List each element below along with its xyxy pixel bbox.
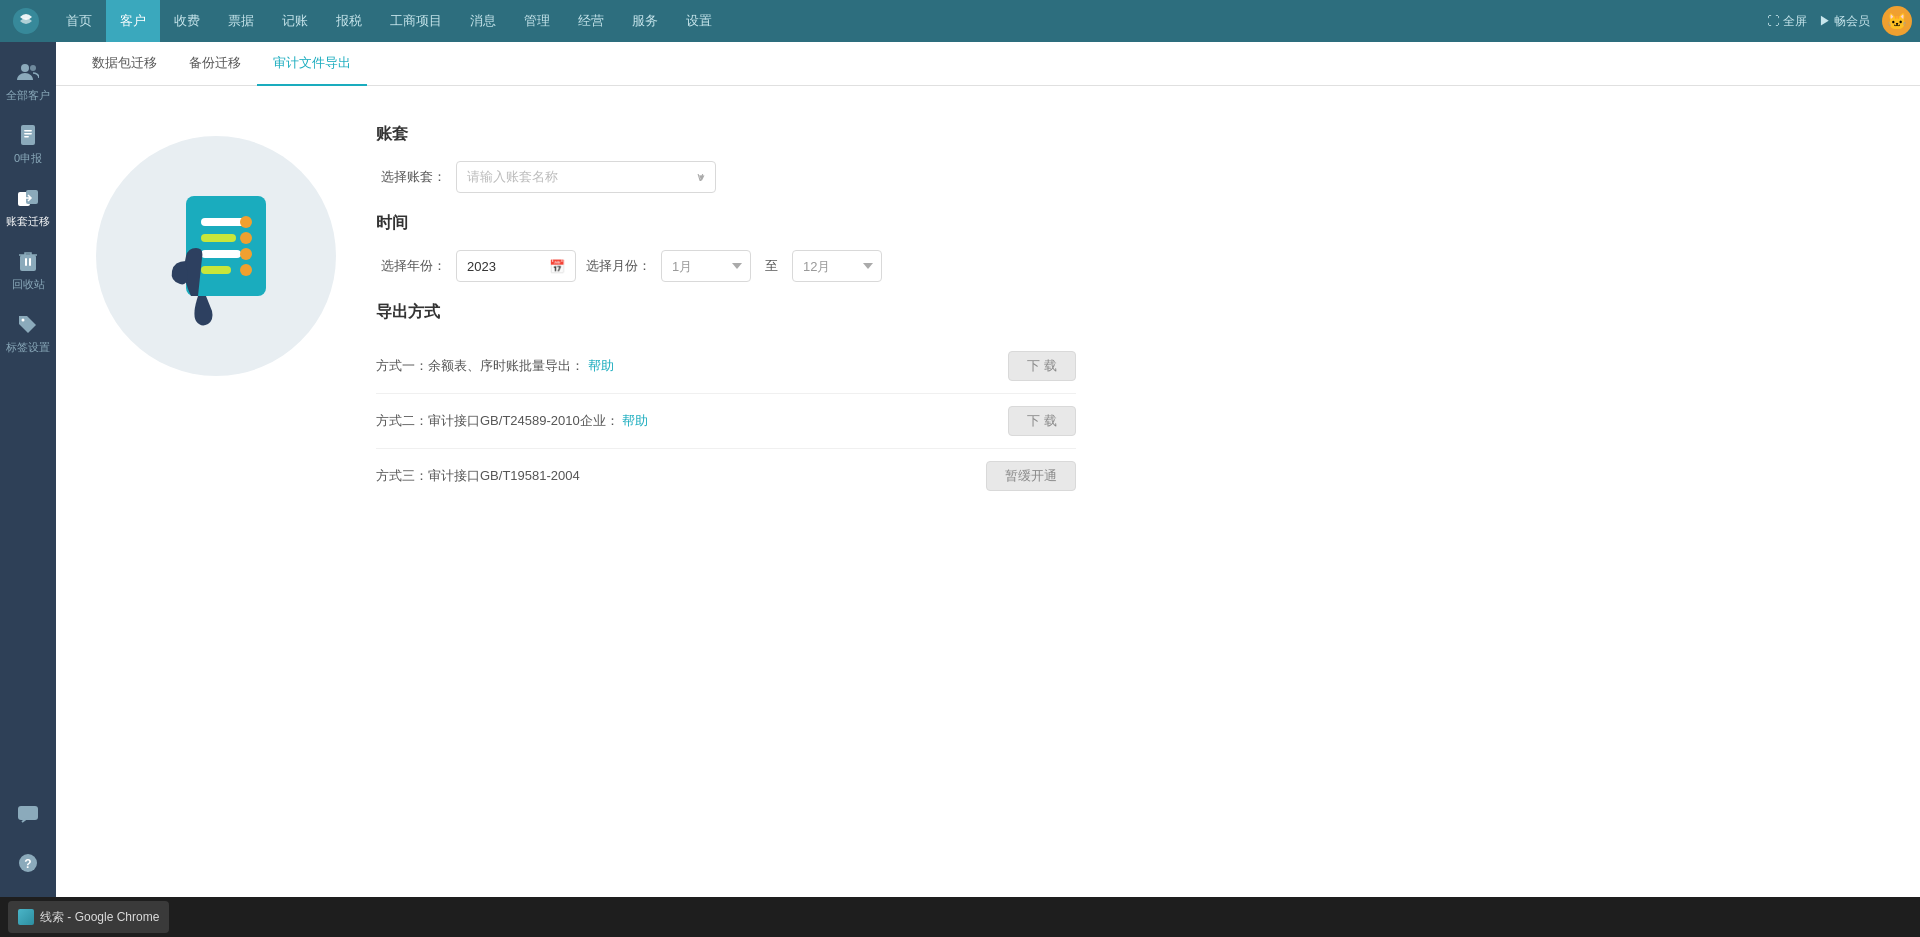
svg-rect-17 <box>201 218 246 226</box>
svg-point-23 <box>240 248 252 260</box>
export-method-1-help[interactable]: 帮助 <box>588 358 614 373</box>
illustration-area <box>96 116 336 867</box>
content-area: 数据包迁移 备份迁移 审计文件导出 <box>56 42 1920 897</box>
tab-backup-migrate[interactable]: 备份迁移 <box>173 42 257 86</box>
svg-rect-3 <box>21 125 35 145</box>
account-label: 选择账套： <box>376 168 446 186</box>
recycle-icon <box>16 249 40 273</box>
nav-tax[interactable]: 报税 <box>322 0 376 42</box>
svg-rect-13 <box>18 806 38 820</box>
sidebar-item-account-migrate[interactable]: 账套迁移 <box>0 176 56 239</box>
taskbar-chrome[interactable]: 线索 - Google Chrome <box>8 901 169 933</box>
sidebar-item-zero-declare[interactable]: 0申报 <box>0 113 56 176</box>
nav-bookkeeping[interactable]: 记账 <box>268 0 322 42</box>
nav-message[interactable]: 消息 <box>456 0 510 42</box>
export-method-2-help[interactable]: 帮助 <box>622 413 648 428</box>
svg-point-2 <box>30 65 36 71</box>
svg-rect-19 <box>201 250 241 258</box>
export-method-1: 方式一：余额表、序时账批量导出： 帮助 下 载 <box>376 339 1076 394</box>
svg-point-21 <box>240 216 252 228</box>
sidebar-item-recycle[interactable]: 回收站 <box>0 239 56 302</box>
chevron-down-icon: ▾ <box>699 171 705 184</box>
download-btn-2[interactable]: 下 载 <box>1008 406 1076 436</box>
nav-service[interactable]: 服务 <box>618 0 672 42</box>
export-section-title: 导出方式 <box>376 302 1076 323</box>
chrome-icon <box>18 909 34 925</box>
svg-rect-10 <box>25 258 27 266</box>
download-btn-1[interactable]: 下 载 <box>1008 351 1076 381</box>
nav-operation[interactable]: 经营 <box>564 0 618 42</box>
svg-point-1 <box>21 64 29 72</box>
chat-icon <box>16 803 40 827</box>
account-row: 选择账套： 请输入账套名称 ▾ <box>376 161 1076 193</box>
app-logo[interactable] <box>8 3 44 39</box>
svg-rect-8 <box>26 190 38 204</box>
export-method-3: 方式三：审计接口GB/T19581-2004 暂缓开通 <box>376 449 1076 503</box>
month-end-select[interactable]: 1月2月3月4月 5月6月7月8月 9月10月11月12月 <box>792 250 882 282</box>
export-method-3-label: 方式三：审计接口GB/T19581-2004 <box>376 467 976 485</box>
month-start-select[interactable]: 1月2月3月4月 5月6月7月8月 9月10月11月12月 <box>661 250 751 282</box>
svg-point-12 <box>22 319 25 322</box>
nav-right: ⛶ 全屏 ▶ 畅会员 🐱 <box>1767 6 1912 36</box>
nav-settings[interactable]: 设置 <box>672 0 726 42</box>
sidebar-chat[interactable] <box>0 793 56 837</box>
sidebar-item-all-clients[interactable]: 全部客户 <box>0 50 56 113</box>
taskbar-item-label: 线索 - Google Chrome <box>40 909 159 926</box>
nav-business[interactable]: 工商项目 <box>376 0 456 42</box>
nav-manage[interactable]: 管理 <box>510 0 564 42</box>
all-clients-icon <box>16 60 40 84</box>
illustration-circle <box>96 136 336 376</box>
vip-btn[interactable]: ▶ 畅会员 <box>1819 13 1870 30</box>
svg-text:?: ? <box>24 857 31 871</box>
svg-rect-9 <box>20 255 36 271</box>
sidebar-help[interactable]: ? <box>0 841 56 885</box>
top-nav: 首页 客户 收费 票据 记账 报税 工商项目 消息 管理 经营 服务 设置 ⛶ … <box>0 0 1920 42</box>
svg-rect-18 <box>201 234 236 242</box>
month-label: 选择月份： <box>586 257 651 275</box>
export-method-2-label: 方式二：审计接口GB/T24589-2010企业： 帮助 <box>376 412 998 430</box>
tab-bar: 数据包迁移 备份迁移 审计文件导出 <box>56 42 1920 86</box>
export-method-1-label: 方式一：余额表、序时账批量导出： 帮助 <box>376 357 998 375</box>
fullscreen-btn[interactable]: ⛶ 全屏 <box>1767 13 1806 30</box>
zero-declare-icon <box>16 123 40 147</box>
nav-home[interactable]: 首页 <box>52 0 106 42</box>
nav-invoice[interactable]: 票据 <box>214 0 268 42</box>
export-method-2: 方式二：审计接口GB/T24589-2010企业： 帮助 下 载 <box>376 394 1076 449</box>
page-content: 账套 选择账套： 请输入账套名称 ▾ 时间 选择年份： 2023 📅 <box>56 86 1920 897</box>
year-input[interactable]: 2023 📅 <box>456 250 576 282</box>
sidebar-item-tag-settings[interactable]: 标签设置 <box>0 302 56 365</box>
nav-client[interactable]: 客户 <box>106 0 160 42</box>
help-icon: ? <box>16 851 40 875</box>
tab-data-migrate[interactable]: 数据包迁移 <box>76 42 173 86</box>
tag-settings-icon <box>16 312 40 336</box>
nav-menu: 首页 客户 收费 票据 记账 报税 工商项目 消息 管理 经营 服务 设置 <box>52 0 1767 42</box>
open-btn-3[interactable]: 暂缓开通 <box>986 461 1076 491</box>
tab-audit-export[interactable]: 审计文件导出 <box>257 42 367 86</box>
svg-rect-5 <box>24 133 32 135</box>
taskbar: 线索 - Google Chrome <box>0 897 1920 937</box>
account-migrate-icon <box>16 186 40 210</box>
time-row: 选择年份： 2023 📅 选择月份： 1月2月3月4月 5月6月7月8月 9月1… <box>376 250 1076 282</box>
sidebar: 全部客户 0申报 账套迁移 <box>0 42 56 897</box>
svg-point-24 <box>240 264 252 276</box>
account-section-title: 账套 <box>376 124 1076 145</box>
time-section-title: 时间 <box>376 213 1076 234</box>
year-label: 选择年份： <box>376 257 446 275</box>
svg-rect-20 <box>201 266 231 274</box>
svg-rect-6 <box>24 136 29 138</box>
form-area: 账套 选择账套： 请输入账套名称 ▾ 时间 选择年份： 2023 📅 <box>376 116 1076 867</box>
sidebar-bottom: ? <box>0 793 56 897</box>
calendar-icon: 📅 <box>549 259 565 274</box>
account-select[interactable]: 请输入账套名称 ▾ <box>456 161 716 193</box>
user-avatar[interactable]: 🐱 <box>1882 6 1912 36</box>
main-layout: 全部客户 0申报 账套迁移 <box>0 42 1920 897</box>
svg-point-22 <box>240 232 252 244</box>
svg-rect-4 <box>24 130 32 132</box>
svg-rect-11 <box>29 258 31 266</box>
nav-fee[interactable]: 收费 <box>160 0 214 42</box>
to-text: 至 <box>761 257 782 275</box>
